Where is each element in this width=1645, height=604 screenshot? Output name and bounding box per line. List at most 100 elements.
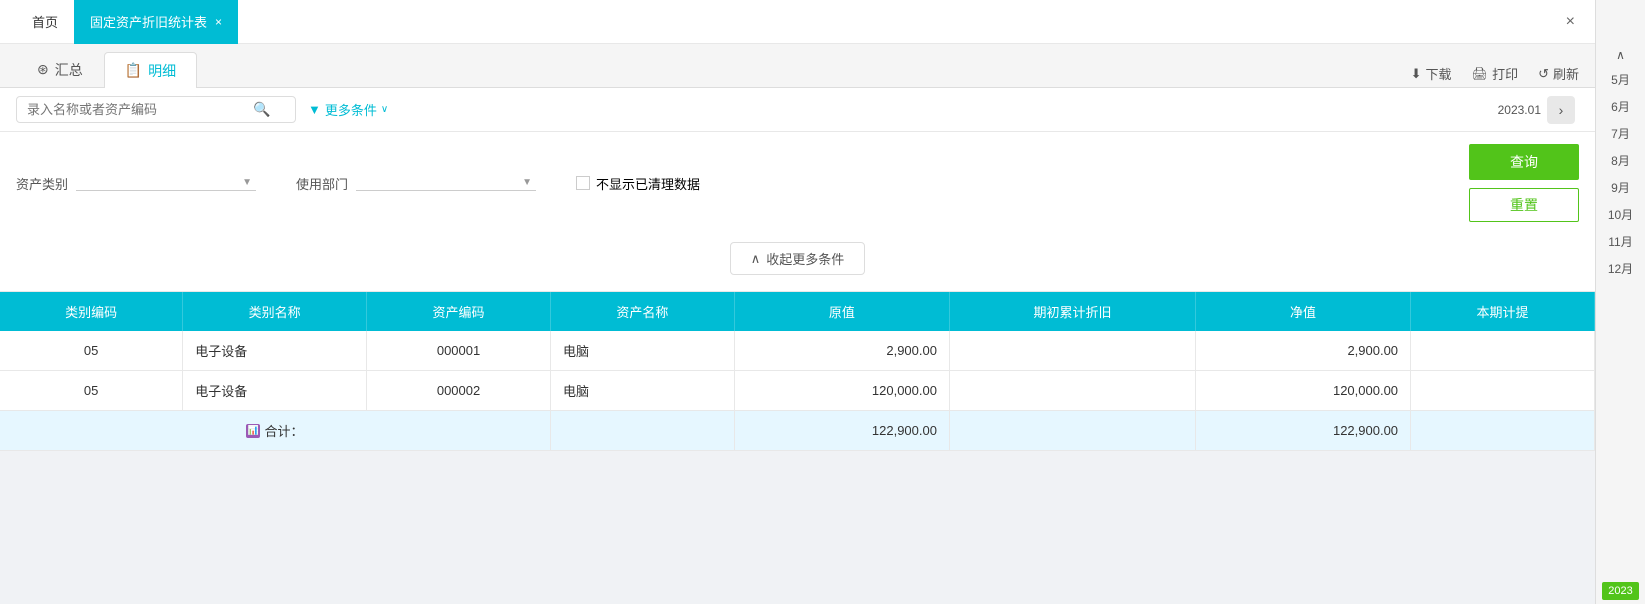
sidebar-month-12[interactable]: 12月 (1608, 255, 1633, 282)
row1-net-value: 2,900.00 (1195, 331, 1410, 371)
total-net-value: 122,900.00 (1195, 411, 1410, 451)
row2-category: 电子设备 (183, 371, 367, 411)
row1-original-value: 2,900.00 (734, 331, 949, 371)
total-label-cell: 📊 合计： (0, 411, 550, 451)
search-bar: 🔍 ▼ 更多条件 ∨ › 2023.01 (0, 88, 1595, 132)
collapse-label: 收起更多条件 (766, 249, 844, 268)
nav-home[interactable]: 首页 (16, 0, 74, 44)
collapse-more-area: ∧ 收起更多条件 (16, 234, 1579, 279)
filter-row: 资产类别 ▼ 使用部门 ▼ 不显示已清理数据 (16, 144, 1579, 222)
col-header-asset-name: 资产名称 (550, 292, 734, 331)
tab-detail-label: 明细 (148, 61, 176, 81)
row2-provision (1411, 371, 1595, 411)
filter-area: 资产类别 ▼ 使用部门 ▼ 不显示已清理数据 (0, 132, 1595, 292)
row1-asset-name: 电脑 (550, 331, 734, 371)
row1-asset-code: 000001 (367, 331, 551, 371)
total-row: 📊 合计： 122,900.00 122,900.00 (0, 411, 1595, 451)
col-header-original-value: 原值 (734, 292, 949, 331)
asset-table: 类别编码 类别名称 资产编码 资产名称 原值 期初累计折旧 净值 本期计提 05… (0, 292, 1595, 451)
sidebar-nav-up[interactable]: ∧ (1612, 44, 1629, 66)
row1-accumulated (949, 331, 1195, 371)
tab-detail[interactable]: 📋 明细 (104, 52, 197, 88)
row2-asset-name: 电脑 (550, 371, 734, 411)
asset-category-select[interactable]: ▼ (76, 175, 256, 191)
hide-cleared-label: 不显示已清理数据 (596, 174, 700, 193)
total-label-text: 合计： (264, 421, 303, 440)
right-sidebar: ∧ 5月 6月 7月 8月 9月 10月 11月 12月 2023 (1595, 0, 1645, 604)
col-header-asset-code: 资产编码 (367, 292, 551, 331)
col-header-category: 类别名称 (183, 292, 367, 331)
col-header-accumulated: 期初累计折旧 (949, 292, 1195, 331)
search-input[interactable] (27, 102, 247, 117)
close-window-button[interactable]: × (1566, 13, 1575, 31)
table-row: 05 电子设备 000002 电脑 120,000.00 120,000.00 (0, 371, 1595, 411)
table-container: 类别编码 类别名称 资产编码 资产名称 原值 期初累计折旧 净值 本期计提 05… (0, 292, 1595, 451)
sidebar-toggle-button[interactable]: › (1547, 96, 1575, 124)
total-provision (1411, 411, 1595, 451)
asset-category-filter: 资产类别 ▼ (16, 174, 256, 193)
chevron-down-icon: ∨ (381, 104, 388, 115)
table-header: 类别编码 类别名称 资产编码 资产名称 原值 期初累计折旧 净值 本期计提 (0, 292, 1595, 331)
total-accumulated (949, 411, 1195, 451)
department-label: 使用部门 (296, 174, 348, 193)
download-icon: ⬇ (1411, 66, 1422, 82)
collapse-icon: ∧ (751, 251, 761, 267)
table-body: 05 电子设备 000001 电脑 2,900.00 2,900.00 05 电… (0, 331, 1595, 451)
refresh-label: 刷新 (1553, 64, 1579, 83)
row2-code: 05 (0, 371, 183, 411)
detail-icon: 📋 (125, 62, 142, 79)
download-label: 下载 (1426, 64, 1452, 83)
top-nav: 首页 固定资产折旧统计表 × × (0, 0, 1595, 44)
sidebar-month-7[interactable]: 7月 (1611, 120, 1630, 147)
col-header-net-value: 净值 (1195, 292, 1410, 331)
collapse-more-button[interactable]: ∧ 收起更多条件 (730, 242, 866, 275)
table-row: 05 电子设备 000001 电脑 2,900.00 2,900.00 (0, 331, 1595, 371)
sidebar-month-6[interactable]: 6月 (1611, 93, 1630, 120)
row1-provision (1411, 331, 1595, 371)
print-button[interactable]: 🖨 打印 (1472, 64, 1519, 83)
tab-summary[interactable]: ⊛ 汇总 (16, 51, 104, 87)
reset-button[interactable]: 重置 (1469, 188, 1579, 222)
filter-icon: ▼ (308, 102, 321, 117)
sidebar-month-10[interactable]: 10月 (1608, 201, 1633, 228)
total-icon: 📊 (246, 424, 260, 438)
more-conditions-label: 更多条件 (325, 100, 377, 119)
nav-tab-close[interactable]: × (215, 15, 222, 29)
action-buttons: 查询 重置 (1469, 144, 1579, 222)
more-conditions-button[interactable]: ▼ 更多条件 ∨ (308, 100, 388, 119)
query-button[interactable]: 查询 (1469, 144, 1579, 180)
total-asset-name (550, 411, 734, 451)
search-input-wrapper[interactable]: 🔍 (16, 96, 296, 123)
refresh-icon: ↺ (1538, 66, 1549, 82)
row1-code: 05 (0, 331, 183, 371)
asset-category-label: 资产类别 (16, 174, 68, 193)
department-select[interactable]: ▼ (356, 175, 536, 191)
sidebar-month-8[interactable]: 8月 (1611, 147, 1630, 174)
total-original-value: 122,900.00 (734, 411, 949, 451)
col-header-code: 类别编码 (0, 292, 183, 331)
row2-net-value: 120,000.00 (1195, 371, 1410, 411)
asset-category-arrow: ▼ (242, 177, 252, 188)
print-label: 打印 (1492, 64, 1518, 83)
tab-bar: ⊛ 汇总 📋 明细 ⬇ 下载 🖨 打印 ↺ 刷新 (0, 44, 1595, 88)
department-filter: 使用部门 ▼ (296, 174, 536, 193)
refresh-button[interactable]: ↺ 刷新 (1538, 64, 1579, 83)
tab-summary-label: 汇总 (55, 60, 83, 80)
col-header-provision: 本期计提 (1411, 292, 1595, 331)
download-button[interactable]: ⬇ 下载 (1411, 64, 1452, 83)
sidebar-month-9[interactable]: 9月 (1611, 174, 1630, 201)
sidebar-month-5[interactable]: 5月 (1611, 66, 1630, 93)
sidebar-month-11[interactable]: 11月 (1608, 228, 1632, 255)
summary-icon: ⊛ (37, 61, 49, 78)
row2-asset-code: 000002 (367, 371, 551, 411)
checkbox-icon (576, 176, 590, 190)
nav-tab-active[interactable]: 固定资产折旧统计表 × (74, 0, 238, 44)
year-badge[interactable]: 2023 (1602, 582, 1638, 600)
nav-tab-label: 固定资产折旧统计表 (90, 12, 207, 31)
row2-accumulated (949, 371, 1195, 411)
print-icon: 🖨 (1472, 66, 1489, 82)
department-arrow: ▼ (522, 177, 532, 188)
date-display: 2023.01 (1498, 103, 1541, 117)
hide-cleared-checkbox[interactable]: 不显示已清理数据 (576, 174, 700, 193)
row2-original-value: 120,000.00 (734, 371, 949, 411)
